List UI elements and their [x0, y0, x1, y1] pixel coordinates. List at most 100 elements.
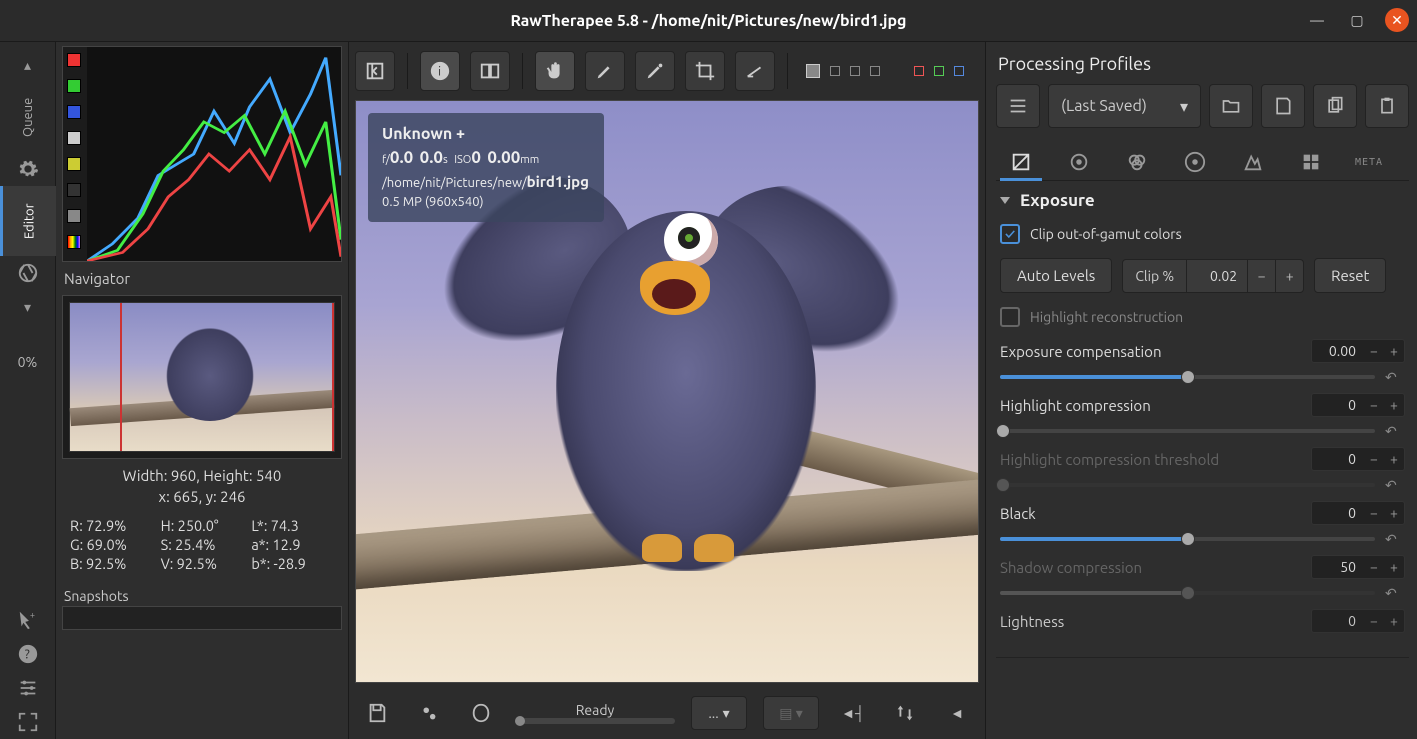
tab-queue[interactable]: Queue [0, 82, 56, 152]
straighten-tool-button[interactable] [735, 51, 775, 91]
light-plus[interactable]: + [1384, 613, 1404, 629]
exposure-header[interactable]: Exposure [1000, 191, 1405, 218]
black-plus[interactable]: + [1384, 505, 1404, 521]
hlc-value[interactable]: 0 [1312, 394, 1364, 416]
black-value[interactable]: 0 [1312, 502, 1364, 524]
hist-red-button[interactable] [67, 53, 81, 67]
fullscreen-icon[interactable] [6, 705, 50, 739]
nav-prev-button[interactable]: ◄┤ [835, 695, 871, 731]
readout-h[interactable]: H: 250.0° [161, 517, 244, 534]
chevron-down-icon[interactable]: ▾ [6, 290, 50, 324]
color-picker-button[interactable] [635, 51, 675, 91]
bg-theme-button[interactable] [806, 64, 820, 78]
clip-oog-checkbox[interactable] [1000, 224, 1020, 244]
tab-advanced-icon[interactable] [1180, 144, 1210, 180]
tab-color-icon[interactable] [1122, 144, 1152, 180]
clip-pct-minus[interactable]: − [1247, 260, 1275, 292]
clip-pct-plus[interactable]: + [1275, 260, 1303, 292]
help-icon[interactable]: ? [6, 637, 50, 671]
readout-v[interactable]: V: 92.5% [161, 555, 244, 572]
profile-paste-button[interactable] [1365, 84, 1409, 128]
profile-mode-button[interactable] [996, 84, 1040, 128]
hand-tool-button[interactable] [535, 51, 575, 91]
hlc-plus[interactable]: + [1384, 397, 1404, 413]
light-minus[interactable]: − [1364, 613, 1384, 629]
tab-exposure-icon[interactable] [1006, 144, 1036, 180]
hist-chroma-button[interactable] [67, 157, 81, 171]
navigator-dims: Width: 960, Height: 540 [62, 467, 342, 484]
readout-s[interactable]: S: 25.4% [161, 536, 244, 553]
hl-recon-checkbox[interactable] [1000, 307, 1020, 327]
readout-g[interactable]: G: 69.0% [70, 536, 153, 553]
queue-add-button[interactable] [411, 695, 447, 731]
readout-b[interactable]: B: 92.5% [70, 555, 153, 572]
gear-icon[interactable] [6, 152, 50, 186]
add-arrow-icon[interactable]: + [6, 603, 50, 637]
black-reset-icon[interactable]: ↶ [1385, 531, 1405, 548]
clip-pct-label: Clip % [1123, 260, 1187, 292]
tab-raw-icon[interactable] [1296, 144, 1326, 180]
bg-white-button[interactable] [870, 66, 880, 76]
nav-sync-button[interactable] [887, 695, 923, 731]
monitor-profile-button[interactable]: ▤ ▾ [763, 696, 819, 730]
profile-load-button[interactable] [1209, 84, 1253, 128]
histogram[interactable] [62, 46, 342, 262]
before-after-button[interactable] [470, 51, 510, 91]
hist-luma-button[interactable] [67, 131, 81, 145]
ev-value[interactable]: 0.00 [1312, 340, 1364, 362]
readout-bstar[interactable]: b*: -28.9 [251, 555, 334, 572]
snapshots-list[interactable] [62, 606, 342, 630]
image-canvas[interactable]: Unknown + f/0.0 0.0s ISO0 0.00mm /home/n… [356, 101, 978, 682]
black-slider[interactable] [1000, 537, 1375, 541]
sliders-icon[interactable] [6, 671, 50, 705]
readout-a[interactable]: a*: 12.9 [251, 536, 334, 553]
ev-slider[interactable] [1000, 375, 1375, 379]
reset-button[interactable]: Reset [1314, 258, 1386, 293]
ev-minus[interactable]: − [1364, 343, 1384, 359]
zoom-combo[interactable]: ... ▾ [691, 696, 747, 730]
minimize-button[interactable]: — [1305, 8, 1329, 32]
hlc-slider[interactable] [1000, 429, 1375, 433]
save-button[interactable] [359, 695, 395, 731]
preview-blue-button[interactable] [954, 66, 964, 76]
auto-levels-button[interactable]: Auto Levels [1000, 258, 1112, 293]
tab-detail-icon[interactable] [1064, 144, 1094, 180]
tab-editor[interactable]: Editor [0, 186, 56, 256]
nav-next-button[interactable]: ◄ [939, 695, 975, 731]
tab-transform-icon[interactable] [1238, 144, 1268, 180]
tab-meta-icon[interactable]: META [1354, 144, 1384, 180]
black-minus[interactable]: − [1364, 505, 1384, 521]
hlc-reset-icon[interactable]: ↶ [1385, 423, 1405, 440]
preview-red-button[interactable] [914, 66, 924, 76]
crop-tool-button[interactable] [685, 51, 725, 91]
hist-raw-button[interactable] [67, 183, 81, 197]
close-button[interactable]: ✕ [1385, 8, 1409, 32]
hist-bar-button[interactable] [67, 235, 81, 249]
hist-mode-button[interactable] [67, 209, 81, 223]
toggle-left-panel-button[interactable] [355, 51, 395, 91]
info-button[interactable]: i [420, 51, 460, 91]
bg-black-button[interactable] [830, 66, 840, 76]
hist-blue-button[interactable] [67, 105, 81, 119]
progress-slider [515, 718, 675, 724]
profile-save-button[interactable] [1261, 84, 1305, 128]
readout-L[interactable]: L*: 74.3 [251, 517, 334, 534]
ev-reset-icon[interactable]: ↶ [1385, 369, 1405, 386]
maximize-button[interactable]: ▢ [1345, 8, 1369, 32]
bg-gray-button[interactable] [850, 66, 860, 76]
aperture-icon[interactable] [6, 256, 50, 290]
light-value[interactable]: 0 [1312, 610, 1364, 632]
hist-green-button[interactable] [67, 79, 81, 93]
readout-r[interactable]: R: 72.9% [70, 517, 153, 534]
preview-green-button[interactable] [934, 66, 944, 76]
external-editor-button[interactable] [463, 695, 499, 731]
clip-pct-value[interactable]: 0.02 [1187, 260, 1247, 292]
navigator-thumbnail[interactable] [62, 295, 342, 459]
profile-copy-button[interactable] [1313, 84, 1357, 128]
overlay-mp: 0.5 MP (960x540) [382, 193, 590, 212]
white-balance-picker-button[interactable] [585, 51, 625, 91]
collapse-up-icon[interactable]: ▴ [6, 48, 50, 82]
profile-combo[interactable]: (Last Saved)▾ [1048, 84, 1201, 128]
hlc-minus[interactable]: − [1364, 397, 1384, 413]
ev-plus[interactable]: + [1384, 343, 1404, 359]
